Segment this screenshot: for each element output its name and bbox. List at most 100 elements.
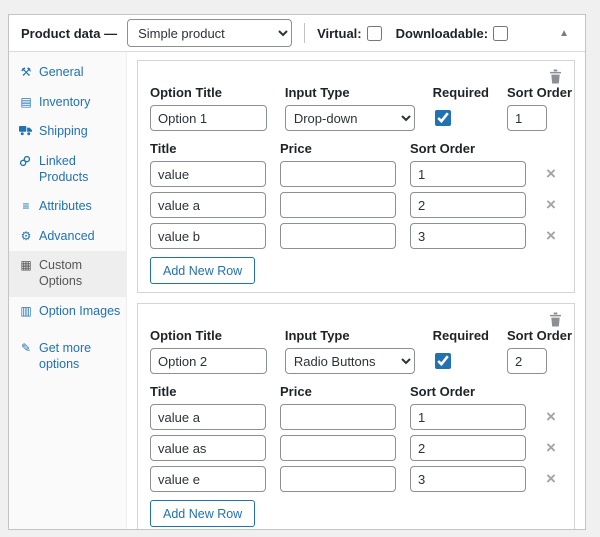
sort-order-input[interactable]	[507, 348, 547, 374]
price-column-header: Price	[280, 384, 312, 399]
title-column-header: Title	[150, 384, 177, 399]
virtual-checkbox[interactable]	[366, 25, 382, 41]
values-table-header: Title Price Sort Order	[150, 384, 562, 399]
option-group-1: Option Title Input Type Drop-down Requir…	[137, 60, 575, 293]
required-label: Required	[432, 328, 489, 343]
sidebar-item-label: Shipping	[39, 124, 88, 139]
value-title-input[interactable]	[150, 223, 266, 249]
value-price-input[interactable]	[280, 404, 396, 430]
product-data-tabs: ⚒ General ▤ Inventory Shipping Linked Pr…	[9, 52, 127, 529]
images-icon: ▥	[20, 303, 32, 318]
title-column-header: Title	[150, 141, 177, 156]
header-divider	[304, 23, 306, 43]
collapse-toggle-icon[interactable]: ▲	[555, 24, 573, 43]
sidebar-item-custom-options[interactable]: ▦ Custom Options	[9, 251, 126, 297]
value-title-input[interactable]	[150, 404, 266, 430]
sidebar-item-label: Linked Products	[39, 153, 89, 184]
sidebar-item-advanced[interactable]: ⚙ Advanced	[9, 222, 126, 252]
delete-row-icon[interactable]: ×	[540, 436, 562, 460]
value-sort-input[interactable]	[410, 223, 526, 249]
value-sort-input[interactable]	[410, 466, 526, 492]
sidebar-item-label: Option Images	[39, 303, 121, 318]
input-type-select[interactable]: Radio Buttons	[284, 348, 415, 374]
sort-order-label: Sort Order	[507, 85, 573, 100]
option-value-row: ×	[150, 192, 562, 218]
attributes-icon: ≡	[22, 199, 30, 214]
sidebar-item-label: Custom Options	[39, 258, 83, 288]
custom-options-panel: Option Title Input Type Drop-down Requir…	[127, 52, 585, 529]
sidebar-item-label: General	[39, 65, 84, 79]
sort-order-label: Sort Order	[507, 328, 573, 343]
value-title-input[interactable]	[150, 192, 266, 218]
delete-row-icon[interactable]: ×	[540, 405, 562, 429]
add-new-row-button[interactable]: Add New Row	[150, 257, 256, 284]
value-title-input[interactable]	[150, 161, 266, 187]
downloadable-checkbox[interactable]	[493, 25, 509, 41]
metabox-title: Product data —	[21, 25, 118, 41]
delete-option-button[interactable]	[547, 67, 564, 86]
sidebar-item-inventory[interactable]: ▤ Inventory	[9, 88, 126, 118]
option-group-2: Option Title Input Type Radio Buttons Re…	[137, 303, 575, 529]
option-title-input[interactable]	[150, 105, 267, 131]
value-price-input[interactable]	[280, 192, 396, 218]
option-value-row: ×	[150, 223, 562, 249]
inventory-icon: ▤	[20, 94, 32, 109]
sort-order-input[interactable]	[507, 105, 547, 131]
values-table-header: Title Price Sort Order	[150, 141, 562, 156]
value-sort-input[interactable]	[410, 404, 526, 430]
sort-order-column-header: Sort Order	[410, 141, 476, 156]
trash-icon	[549, 312, 562, 330]
metabox-body: ⚒ General ▤ Inventory Shipping Linked Pr…	[9, 52, 585, 529]
input-type-select[interactable]: Drop-down	[284, 105, 415, 131]
sidebar-item-label: Get more options	[39, 341, 92, 371]
delete-row-icon[interactable]: ×	[540, 193, 562, 217]
product-type-select[interactable]: Simple product	[127, 19, 293, 47]
gear-icon: ⚙	[20, 228, 32, 243]
value-price-input[interactable]	[280, 466, 396, 492]
value-title-input[interactable]	[150, 466, 266, 492]
sidebar-item-label: Inventory	[39, 94, 91, 109]
option-settings-row: Option Title Input Type Drop-down Requir…	[150, 85, 573, 131]
required-label: Required	[432, 85, 489, 100]
delete-option-button[interactable]	[547, 310, 564, 329]
value-sort-input[interactable]	[410, 435, 526, 461]
sidebar-item-label: Advanced	[39, 228, 95, 243]
price-column-header: Price	[280, 141, 312, 156]
value-sort-input[interactable]	[410, 161, 526, 187]
delete-row-icon[interactable]: ×	[540, 467, 562, 491]
value-sort-input[interactable]	[410, 192, 526, 218]
required-checkbox[interactable]	[434, 110, 451, 126]
sidebar-item-linked-products[interactable]: Linked Products	[9, 147, 126, 192]
list-icon: ▦	[20, 258, 32, 273]
sidebar-item-label: Attributes	[39, 199, 92, 214]
delete-row-icon[interactable]: ×	[540, 224, 562, 248]
option-title-label: Option Title	[150, 85, 222, 100]
sidebar-item-option-images[interactable]: ▥ Option Images	[9, 297, 126, 327]
value-price-input[interactable]	[280, 223, 396, 249]
value-price-input[interactable]	[280, 435, 396, 461]
value-price-input[interactable]	[280, 161, 396, 187]
downloadable-label: Downloadable:	[395, 25, 489, 41]
sidebar-item-shipping[interactable]: Shipping	[9, 117, 126, 147]
sidebar-item-general[interactable]: ⚒ General	[9, 58, 126, 88]
input-type-label: Input Type	[284, 85, 350, 100]
option-value-row: ×	[150, 161, 562, 187]
sidebar-item-get-more-options[interactable]: ✎ Get more options	[9, 334, 126, 379]
option-value-row: ×	[150, 404, 562, 430]
option-value-row: ×	[150, 435, 562, 461]
required-checkbox[interactable]	[434, 353, 451, 369]
trash-icon	[549, 69, 562, 87]
value-title-input[interactable]	[150, 435, 266, 461]
sidebar-item-attributes[interactable]: ≡ Attributes	[9, 192, 126, 222]
option-title-label: Option Title	[150, 328, 222, 343]
option-value-row: ×	[150, 466, 562, 492]
pencil-icon: ✎	[20, 341, 32, 356]
link-icon	[19, 154, 33, 167]
virtual-label: Virtual:	[317, 25, 362, 41]
delete-row-icon[interactable]: ×	[540, 162, 562, 186]
option-title-input[interactable]	[150, 348, 267, 374]
add-new-row-button[interactable]: Add New Row	[150, 500, 256, 527]
sort-order-column-header: Sort Order	[410, 384, 476, 399]
